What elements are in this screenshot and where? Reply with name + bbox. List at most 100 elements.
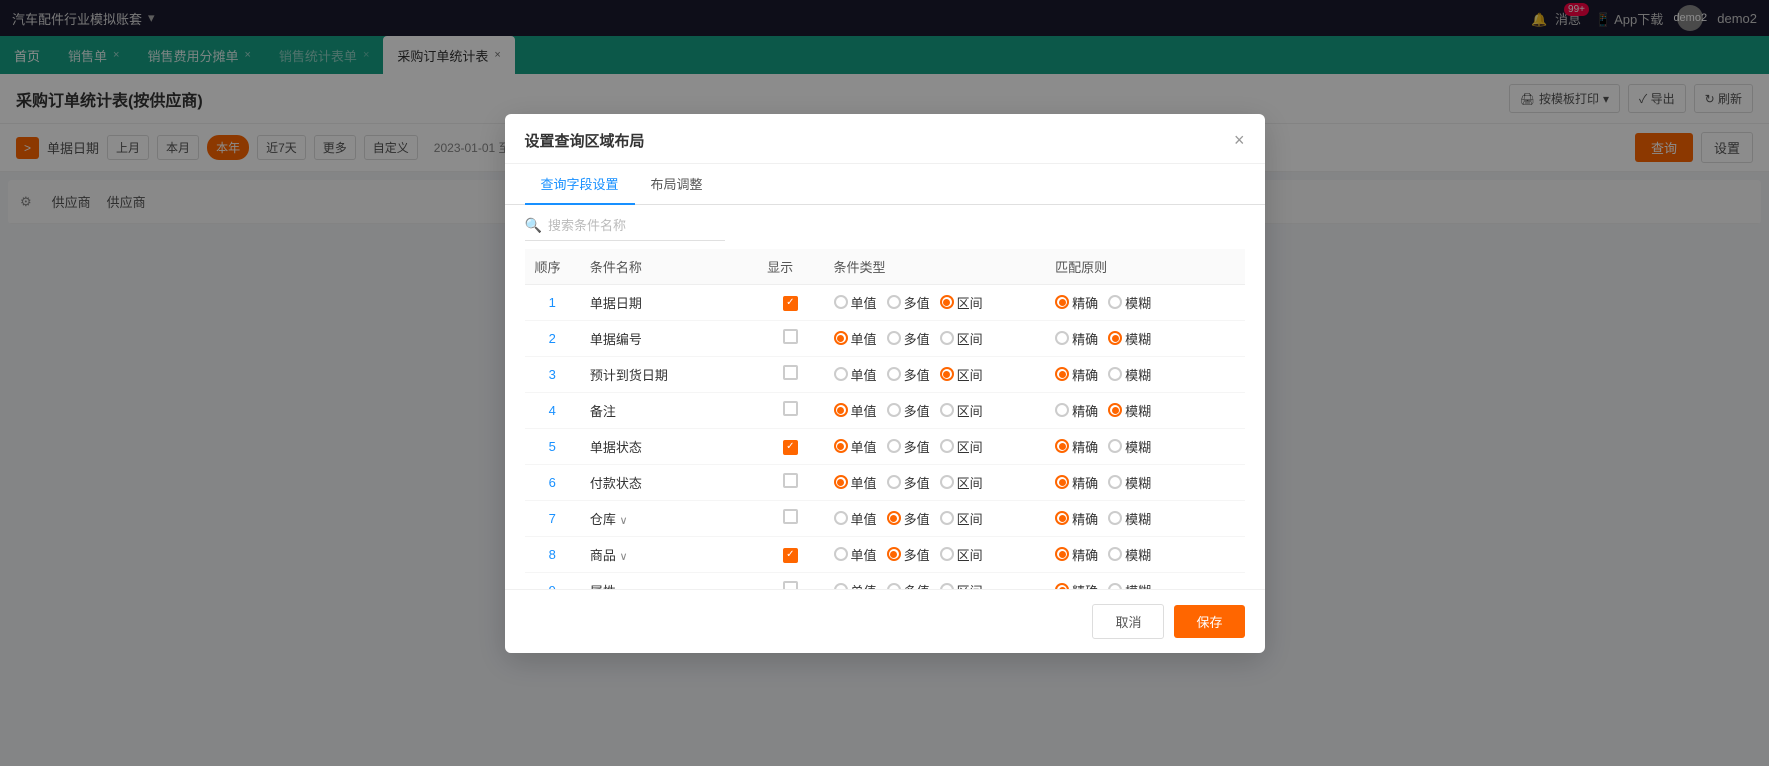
display-checkbox[interactable]	[783, 440, 798, 455]
type-radio-multi[interactable]: 多值	[887, 329, 930, 348]
dialog-close-button[interactable]: ×	[1234, 131, 1245, 149]
search-icon: 🔍	[525, 217, 542, 234]
type-radio-multi[interactable]: 多值	[887, 293, 930, 312]
type-radio-single[interactable]: 单值	[834, 293, 877, 312]
match-radio-exact[interactable]: 精确	[1055, 437, 1098, 456]
radio-circle-icon	[887, 547, 901, 561]
type-radio-multi[interactable]: 多值	[887, 545, 930, 564]
match-radio-fuzzy[interactable]: 模糊	[1108, 473, 1151, 492]
type-radio-range[interactable]: 区间	[940, 293, 983, 312]
save-button[interactable]: 保存	[1174, 605, 1244, 638]
match-radio-fuzzy[interactable]: 模糊	[1108, 437, 1151, 456]
match-radio-exact[interactable]: 精确	[1055, 401, 1098, 420]
cell-display[interactable]	[757, 464, 823, 500]
type-radio-range[interactable]: 区间	[940, 329, 983, 348]
radio-label-multi: 多值	[904, 509, 930, 528]
display-checkbox[interactable]	[783, 401, 798, 416]
radio-circle-icon	[1108, 403, 1122, 417]
cell-order: 2	[525, 320, 580, 356]
radio-circle-icon	[1055, 403, 1069, 417]
cell-order: 1	[525, 284, 580, 320]
cell-order: 7	[525, 500, 580, 536]
cell-display[interactable]	[757, 572, 823, 589]
radio-label-exact: 精确	[1072, 581, 1098, 589]
radio-label-exact: 精确	[1072, 545, 1098, 564]
display-checkbox[interactable]	[783, 581, 798, 589]
type-radio-range[interactable]: 区间	[940, 473, 983, 492]
match-radio-exact[interactable]: 精确	[1055, 329, 1098, 348]
type-radio-range[interactable]: 区间	[940, 509, 983, 528]
type-radio-single[interactable]: 单值	[834, 365, 877, 384]
display-checkbox[interactable]	[783, 365, 798, 380]
type-radio-single[interactable]: 单值	[834, 401, 877, 420]
cell-type: 单值多值区间	[824, 428, 1046, 464]
dialog-tab-fields-label: 查询字段设置	[541, 177, 619, 192]
type-radio-range[interactable]: 区间	[940, 581, 983, 589]
radio-circle-icon	[940, 475, 954, 489]
display-checkbox[interactable]	[783, 509, 798, 524]
cell-type: 单值多值区间	[824, 464, 1046, 500]
type-radio-multi[interactable]: 多值	[887, 581, 930, 589]
type-radio-range[interactable]: 区间	[940, 437, 983, 456]
type-radio-range[interactable]: 区间	[940, 365, 983, 384]
radio-label-range: 区间	[957, 365, 983, 384]
cell-name: 属性 ∨	[580, 572, 757, 589]
table-row: 9属性 ∨单值多值区间精确模糊	[525, 572, 1245, 589]
match-radio-exact[interactable]: 精确	[1055, 545, 1098, 564]
type-radio-multi[interactable]: 多值	[887, 473, 930, 492]
radio-label-single: 单值	[851, 329, 877, 348]
display-checkbox[interactable]	[783, 296, 798, 311]
type-radio-single[interactable]: 单值	[834, 473, 877, 492]
match-radio-fuzzy[interactable]: 模糊	[1108, 581, 1151, 589]
display-checkbox[interactable]	[783, 548, 798, 563]
search-input[interactable]	[548, 218, 708, 233]
radio-label-fuzzy: 模糊	[1125, 293, 1151, 312]
type-radio-single[interactable]: 单值	[834, 581, 877, 589]
cancel-button[interactable]: 取消	[1092, 604, 1164, 639]
modal-overlay: 设置查询区域布局 × 查询字段设置 布局调整 🔍 顺序	[0, 0, 1769, 766]
match-radio-fuzzy[interactable]: 模糊	[1108, 293, 1151, 312]
type-radio-single[interactable]: 单值	[834, 509, 877, 528]
table-row: 8商品 ∨单值多值区间精确模糊	[525, 536, 1245, 572]
display-checkbox[interactable]	[783, 473, 798, 488]
cell-display[interactable]	[757, 320, 823, 356]
type-radio-single[interactable]: 单值	[834, 437, 877, 456]
cell-display[interactable]	[757, 428, 823, 464]
match-radio-exact[interactable]: 精确	[1055, 473, 1098, 492]
radio-label-fuzzy: 模糊	[1125, 509, 1151, 528]
cell-display[interactable]	[757, 500, 823, 536]
cell-type: 单值 多值 区间	[824, 572, 1046, 589]
type-radio-single[interactable]: 单值	[834, 545, 877, 564]
cell-display[interactable]	[757, 356, 823, 392]
type-radio-single[interactable]: 单值	[834, 329, 877, 348]
cell-type: 单值 多值区间	[824, 500, 1046, 536]
match-radio-exact[interactable]: 精确	[1055, 293, 1098, 312]
match-radio-exact[interactable]: 精确	[1055, 581, 1098, 589]
match-radio-fuzzy[interactable]: 模糊	[1108, 401, 1151, 420]
cell-display[interactable]	[757, 536, 823, 572]
dialog-tab-fields[interactable]: 查询字段设置	[525, 164, 635, 205]
radio-circle-icon	[834, 403, 848, 417]
dialog-tab-layout[interactable]: 布局调整	[635, 164, 719, 205]
match-radio-exact[interactable]: 精确	[1055, 365, 1098, 384]
type-radio-range[interactable]: 区间	[940, 545, 983, 564]
match-radio-fuzzy[interactable]: 模糊	[1108, 329, 1151, 348]
type-radio-multi[interactable]: 多值	[887, 509, 930, 528]
radio-circle-icon	[834, 511, 848, 525]
cell-display[interactable]	[757, 284, 823, 320]
type-radio-multi[interactable]: 多值	[887, 401, 930, 420]
type-radio-multi[interactable]: 多值	[887, 437, 930, 456]
match-radio-fuzzy[interactable]: 模糊	[1108, 365, 1151, 384]
cell-match: 精确 模糊	[1045, 500, 1244, 536]
radio-circle-icon	[834, 331, 848, 345]
type-radio-multi[interactable]: 多值	[887, 365, 930, 384]
match-radio-fuzzy[interactable]: 模糊	[1108, 509, 1151, 528]
cell-display[interactable]	[757, 392, 823, 428]
radio-label-multi: 多值	[904, 365, 930, 384]
dialog-search-area: 🔍	[505, 205, 1265, 249]
type-radio-range[interactable]: 区间	[940, 401, 983, 420]
match-radio-fuzzy[interactable]: 模糊	[1108, 545, 1151, 564]
match-radio-exact[interactable]: 精确	[1055, 509, 1098, 528]
display-checkbox[interactable]	[783, 329, 798, 344]
cell-name: 预计到货日期	[580, 356, 757, 392]
